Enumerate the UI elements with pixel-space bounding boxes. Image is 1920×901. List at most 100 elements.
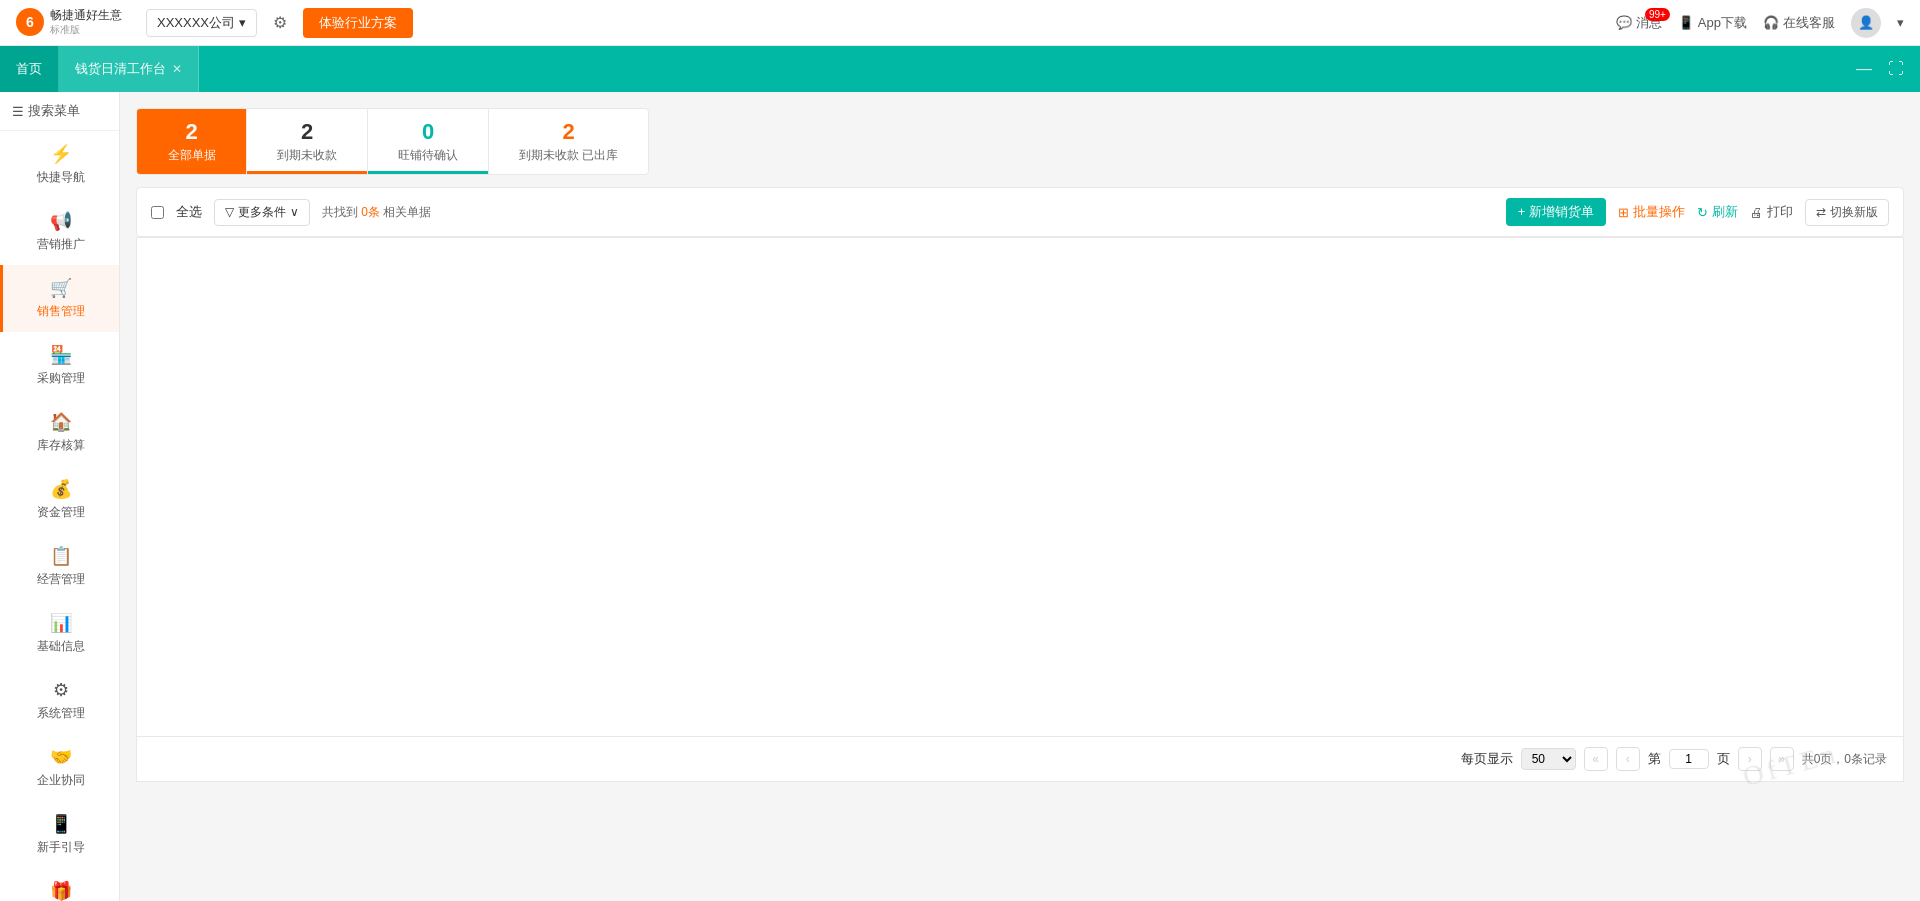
app-download-label: App下载: [1698, 14, 1747, 32]
search-icon: ☰: [12, 104, 24, 119]
tab-home-label: 首页: [16, 60, 42, 78]
sidebar-item-label: 快捷导航: [37, 169, 85, 186]
sidebar-item-sales[interactable]: 🛒 销售管理: [0, 265, 119, 332]
sidebar-item-label: 系统管理: [37, 705, 85, 722]
sidebar-search[interactable]: ☰ 搜索菜单: [0, 92, 119, 131]
tab-maximize-button[interactable]: ⛶: [1884, 57, 1908, 81]
company-name: XXXXXX公司: [157, 14, 235, 32]
sidebar-item-finance[interactable]: 💰 资金管理: [0, 466, 119, 533]
sidebar-item-cooperation[interactable]: 🤝 企业协同: [0, 734, 119, 801]
select-all-checkbox[interactable]: [151, 206, 164, 219]
filter-icon: ▽: [225, 205, 234, 219]
system-icon: ⚙: [53, 679, 69, 701]
sidebar-item-guide[interactable]: 📱 新手引导: [0, 801, 119, 868]
tab-workbench[interactable]: 钱货日清工作台 ✕: [59, 46, 199, 92]
stat-tab-all[interactable]: 2 全部单据: [137, 109, 247, 174]
sidebar-item-label: 营销推广: [37, 236, 85, 253]
logo-sub: 标准版: [50, 23, 122, 37]
stat-pending-label: 旺铺待确认: [398, 147, 458, 164]
stat-shipped-label: 到期未收款 已出库: [519, 147, 618, 164]
download-icon: 📱: [1678, 15, 1694, 30]
sidebar-item-label: 基础信息: [37, 638, 85, 655]
nav-tabs-bar: 首页 钱货日清工作台 ✕ — ⛶: [0, 46, 1920, 92]
tab-actions: — ⛶: [1852, 57, 1920, 81]
stat-overdue-label: 到期未收款: [277, 147, 337, 164]
refresh-button[interactable]: ↻ 刷新: [1697, 203, 1738, 221]
online-service-button[interactable]: 🎧 在线客服: [1763, 14, 1835, 32]
pagination-bar: 每页显示 50 20 100 « ‹ 第 页 › » 共0页，0条记录: [136, 737, 1904, 782]
basic-info-icon: 📊: [50, 612, 72, 634]
sidebar-item-label: 新手引导: [37, 839, 85, 856]
settings-button[interactable]: ⚙: [265, 8, 295, 38]
sidebar: ☰ 搜索菜单 ⚡ 快捷导航 📢 营销推广 🛒 销售管理 🏪 采购管理 🏠 库存核…: [0, 92, 120, 901]
inventory-icon: 🏠: [50, 411, 72, 433]
user-icon: 👤: [1858, 15, 1874, 30]
page-prev-button[interactable]: ‹: [1616, 747, 1640, 771]
page-first-button[interactable]: «: [1584, 747, 1608, 771]
page-next-button[interactable]: ›: [1738, 747, 1762, 771]
stat-tab-overdue[interactable]: 2 到期未收款: [247, 109, 368, 174]
sidebar-item-operations[interactable]: 📋 经营管理: [0, 533, 119, 600]
avatar[interactable]: 👤: [1851, 8, 1881, 38]
sidebar-item-purchase[interactable]: 🏪 采购管理: [0, 332, 119, 399]
add-sales-order-button[interactable]: + 新增销货单: [1506, 198, 1606, 226]
messages-button[interactable]: 💬 消息 99+: [1616, 14, 1662, 32]
app-center-icon: 🎁: [50, 880, 72, 901]
print-button[interactable]: 🖨 打印: [1750, 203, 1793, 221]
found-suffix: 相关单据: [383, 205, 431, 219]
sidebar-item-marketing[interactable]: 📢 营销推广: [0, 198, 119, 265]
sidebar-item-inventory[interactable]: 🏠 库存核算: [0, 399, 119, 466]
sidebar-item-system[interactable]: ⚙ 系统管理: [0, 667, 119, 734]
guide-icon: 📱: [50, 813, 72, 835]
company-selector[interactable]: XXXXXX公司 ▾: [146, 9, 257, 37]
sidebar-item-basic-info[interactable]: 📊 基础信息: [0, 600, 119, 667]
refresh-label: 刷新: [1712, 203, 1738, 221]
total-text: 共0页，0条记录: [1802, 751, 1887, 768]
logo-area: 6 畅捷通好生意 标准版: [16, 8, 136, 36]
switch-version-button[interactable]: ⇄ 切换新版: [1805, 199, 1889, 226]
sidebar-item-label: 销售管理: [37, 303, 85, 320]
sidebar-item-label: 采购管理: [37, 370, 85, 387]
tab-underline-overdue: [247, 171, 367, 174]
stat-shipped-count: 2: [563, 119, 575, 145]
operations-icon: 📋: [50, 545, 72, 567]
chevron-down-icon: ▾: [1897, 15, 1904, 30]
page-number-input[interactable]: [1669, 749, 1709, 769]
trial-button[interactable]: 体验行业方案: [303, 8, 413, 38]
print-label: 打印: [1767, 203, 1793, 221]
marketing-icon: 📢: [50, 210, 72, 232]
switch-label: 切换新版: [1830, 204, 1878, 221]
service-icon: 🎧: [1763, 15, 1779, 30]
sidebar-item-label: 经营管理: [37, 571, 85, 588]
toolbar-right: + 新增销货单 ⊞ 批量操作 ↻ 刷新 🖨 打印 ⇄ 切换新版: [1506, 198, 1889, 226]
filter-button[interactable]: ▽ 更多条件 ∨: [214, 199, 310, 226]
sidebar-item-label: 企业协同: [37, 772, 85, 789]
batch-label: 批量操作: [1633, 203, 1685, 221]
tab-minimize-button[interactable]: —: [1852, 57, 1876, 81]
purchase-icon: 🏪: [50, 344, 72, 366]
cooperation-icon: 🤝: [50, 746, 72, 768]
online-service-label: 在线客服: [1783, 14, 1835, 32]
per-page-select[interactable]: 50 20 100: [1521, 748, 1576, 770]
app-download-button[interactable]: 📱 App下载: [1678, 14, 1747, 32]
tab-workbench-label: 钱货日清工作台: [75, 60, 166, 78]
user-name-area[interactable]: ▾: [1897, 15, 1904, 30]
found-text: 共找到 0条 相关单据: [322, 204, 431, 221]
refresh-icon: ↻: [1697, 205, 1708, 220]
tab-close-icon[interactable]: ✕: [172, 62, 182, 76]
tab-home[interactable]: 首页: [0, 46, 59, 92]
finance-icon: 💰: [50, 478, 72, 500]
batch-operation-button[interactable]: ⊞ 批量操作: [1618, 203, 1685, 221]
stat-all-count: 2: [185, 119, 197, 145]
chevron-icon: ∨: [290, 205, 299, 219]
sidebar-item-label: 库存核算: [37, 437, 85, 454]
sidebar-item-app-center[interactable]: 🎁 应用中心: [0, 868, 119, 901]
page-last-button[interactable]: »: [1770, 747, 1794, 771]
switch-icon: ⇄: [1816, 205, 1826, 219]
messages-badge: 99+: [1645, 8, 1670, 21]
tab-underline-pending: [368, 171, 488, 174]
stat-pending-count: 0: [422, 119, 434, 145]
sidebar-item-quick-nav[interactable]: ⚡ 快捷导航: [0, 131, 119, 198]
stat-tab-pending[interactable]: 0 旺铺待确认: [368, 109, 489, 174]
stat-tab-shipped[interactable]: 2 到期未收款 已出库: [489, 109, 648, 174]
